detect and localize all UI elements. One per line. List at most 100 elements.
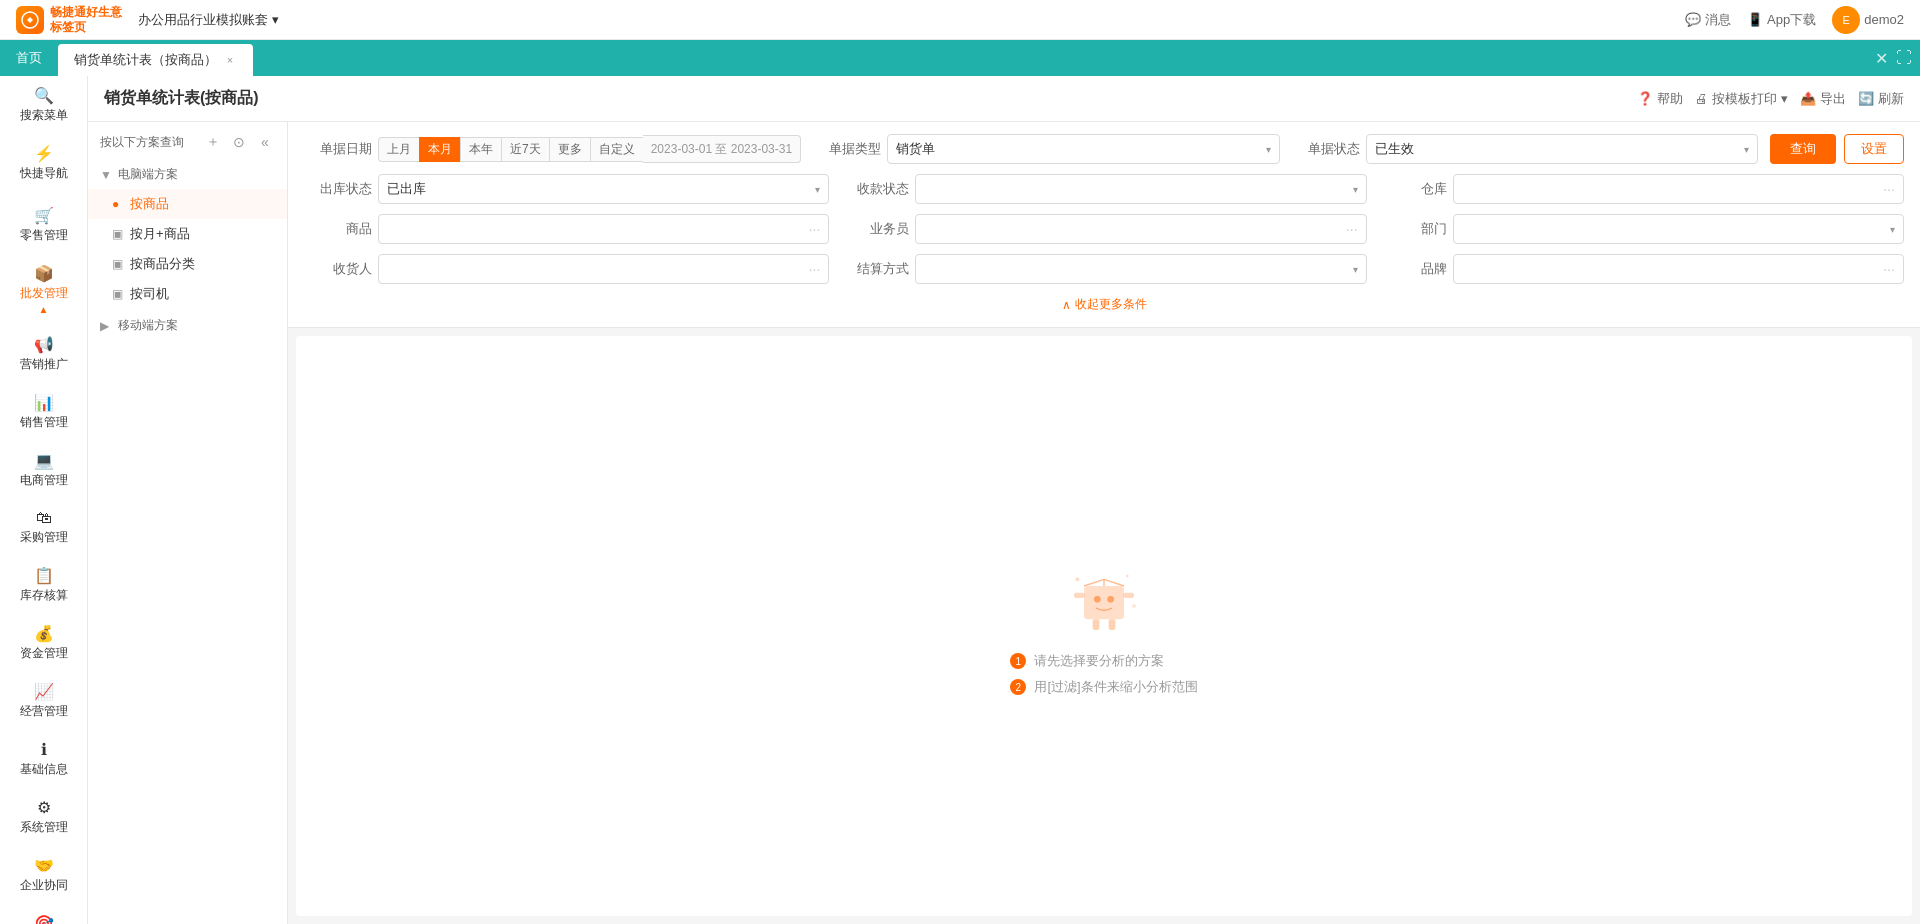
sidebar-item-enterprise[interactable]: 🤝 企业协同 — [0, 846, 87, 904]
date-tag-last-month[interactable]: 上月 — [378, 137, 419, 162]
page-header: 销货单统计表(按商品) ❓ 帮助 🖨 按模板打印 ▾ 📤 导出 🔄 刷新 — [88, 76, 1920, 122]
tab-close-button[interactable]: × — [223, 53, 237, 67]
search-icon: 🔍 — [34, 86, 54, 105]
goods-filter: 商品 ··· — [304, 214, 829, 244]
tab-bar: 首页 销货单统计表（按商品） × ✕ ⛶ — [0, 40, 1920, 76]
query-button[interactable]: 查询 — [1770, 134, 1836, 164]
sidebar-item-marketing[interactable]: 📢 营销推广 — [0, 325, 87, 383]
warehouse-filter: 仓库 ··· — [1379, 174, 1904, 204]
left-panel-actions: ＋ ⊙ « — [203, 132, 275, 152]
settings-scheme-button[interactable]: ⊙ — [229, 132, 249, 152]
sidebar-item-finance[interactable]: 💰 资金管理 — [0, 614, 87, 672]
warehouse-dots-icon: ··· — [1883, 181, 1895, 197]
svg-point-10 — [1132, 604, 1136, 608]
logo-area: 畅捷通好生意 标签页 — [16, 5, 122, 34]
sidebar-item-ecommerce[interactable]: 💻 电商管理 — [0, 441, 87, 499]
receiver-dots-icon: ··· — [809, 261, 821, 277]
salesman-select[interactable]: ··· — [915, 214, 1366, 244]
app-download-button[interactable]: 📱 App下载 — [1747, 11, 1816, 29]
tab-close-window-button[interactable]: ✕ — [1875, 49, 1888, 68]
svg-rect-1 — [1084, 586, 1124, 619]
date-tag-custom[interactable]: 自定义 — [590, 137, 643, 162]
tree-driver-icon: ▣ — [112, 287, 126, 301]
chevron-down-icon: ▾ — [272, 12, 279, 27]
receiver-select[interactable]: ··· — [378, 254, 829, 284]
svg-point-9 — [1126, 575, 1129, 578]
brand-dots-icon: ··· — [1883, 261, 1895, 277]
tab-home[interactable]: 首页 — [0, 40, 58, 76]
svg-rect-4 — [1093, 619, 1100, 630]
left-panel: 按以下方案查询 ＋ ⊙ « ▼ 电脑端方案 ● 按商品 ▣ — [88, 122, 288, 924]
export-button[interactable]: 📤 导出 — [1800, 90, 1846, 108]
tree-item-by-goods[interactable]: ● 按商品 — [88, 189, 287, 219]
collapse-panel-button[interactable]: « — [255, 132, 275, 152]
brand-select[interactable]: ··· — [1453, 254, 1904, 284]
sidebar-item-system[interactable]: ⚙ 系统管理 — [0, 788, 87, 846]
template-print-button[interactable]: 🖨 按模板打印 ▾ — [1695, 90, 1788, 108]
sidebar-item-quick-nav[interactable]: ⚡ 快捷导航 — [0, 134, 87, 192]
settings-button[interactable]: 设置 — [1844, 134, 1904, 164]
settlement-select[interactable]: ▾ — [915, 254, 1366, 284]
bill-status-filter: 单据状态 已生效 ▾ — [1292, 134, 1758, 164]
date-tags: 上月 本月 本年 近7天 更多 自定义 2023-03-01 至 2023-03… — [378, 135, 801, 163]
help-icon: ❓ — [1637, 91, 1653, 106]
wholesale-icon: 📦 — [34, 264, 54, 283]
quick-nav-icon: ⚡ — [34, 144, 54, 163]
sidebar-item-inventory[interactable]: 📋 库存核算 — [0, 556, 87, 614]
sidebar-item-wholesale[interactable]: 📦 批发管理 ▲ — [0, 254, 87, 325]
tree-item-by-goods-category[interactable]: ▣ 按商品分类 — [88, 249, 287, 279]
empty-tip-2: 2 用[过滤]条件来缩小分析范围 — [1010, 678, 1197, 696]
header-right: 💬 消息 📱 App下载 E demo2 — [1685, 6, 1904, 34]
sidebar-item-basics[interactable]: ℹ 基础信息 — [0, 730, 87, 788]
bill-type-arrow-icon: ▾ — [1266, 144, 1271, 155]
svg-rect-5 — [1109, 619, 1116, 630]
refresh-button[interactable]: 🔄 刷新 — [1858, 90, 1904, 108]
collapse-button[interactable]: ∧ 收起更多条件 — [304, 290, 1904, 315]
message-button[interactable]: 💬 消息 — [1685, 11, 1731, 29]
settlement-filter: 结算方式 ▾ — [841, 254, 1366, 284]
bill-type-select[interactable]: 销货单 ▾ — [887, 134, 1279, 164]
print-icon: 🖨 — [1695, 91, 1708, 106]
date-tag-more[interactable]: 更多 — [549, 137, 590, 162]
sidebar-item-purchase[interactable]: 🛍 采购管理 — [0, 499, 87, 556]
tree-item-by-driver[interactable]: ▣ 按司机 — [88, 279, 287, 309]
tab-active[interactable]: 销货单统计表（按商品） × — [58, 44, 253, 76]
tab-maximize-button[interactable]: ⛶ — [1896, 49, 1912, 67]
sidebar-item-search[interactable]: 🔍 搜索菜单 — [0, 76, 87, 134]
out-status-select[interactable]: 已出库 ▾ — [378, 174, 829, 204]
logo-text: 畅捷通好生意 标签页 — [50, 5, 122, 34]
sidebar-item-operations[interactable]: 📈 经营管理 — [0, 672, 87, 730]
help-button[interactable]: ❓ 帮助 — [1637, 90, 1683, 108]
collapse-up-icon: ∧ — [1062, 298, 1071, 312]
date-tag-this-month[interactable]: 本月 — [419, 137, 460, 162]
add-scheme-button[interactable]: ＋ — [203, 132, 223, 152]
tree-section-mobile: ▶ 移动端方案 — [88, 309, 287, 340]
filter-row-3: 商品 ··· 业务员 ··· — [304, 214, 1904, 244]
retail-icon: 🛒 — [34, 206, 54, 225]
marketing-icon: 📢 — [34, 335, 54, 354]
payment-status-select[interactable]: ▾ — [915, 174, 1366, 204]
date-range-text: 2023-03-01 至 2023-03-31 — [643, 135, 801, 163]
sidebar-item-sales[interactable]: 📊 销售管理 — [0, 383, 87, 441]
date-tag-7days[interactable]: 近7天 — [501, 137, 549, 162]
operations-icon: 📈 — [34, 682, 54, 701]
out-status-filter: 出库状态 已出库 ▾ — [304, 174, 829, 204]
empty-tips: 1 请先选择要分析的方案 2 用[过滤]条件来缩小分析范围 — [1010, 652, 1197, 696]
ecommerce-icon: 💻 — [34, 451, 54, 470]
industry-selector[interactable]: 办公用品行业模拟账套 ▾ — [130, 7, 287, 33]
warehouse-select[interactable]: ··· — [1453, 174, 1904, 204]
department-select[interactable]: ▾ — [1453, 214, 1904, 244]
tree-item-by-month-goods[interactable]: ▣ 按月+商品 — [88, 219, 287, 249]
page-title: 销货单统计表(按商品) — [104, 88, 259, 121]
tree-mobile-expand-icon: ▶ — [100, 319, 114, 333]
refresh-icon: 🔄 — [1858, 91, 1874, 106]
enterprise-icon: 🤝 — [34, 856, 54, 875]
bill-status-select[interactable]: 已生效 ▾ — [1366, 134, 1758, 164]
sidebar-item-retail[interactable]: 🛒 零售管理 — [0, 196, 87, 254]
date-filter-group: 单据日期 上月 本月 本年 近7天 更多 自定义 2023-03-01 至 20… — [304, 135, 801, 163]
print-chevron-icon: ▾ — [1781, 91, 1788, 106]
goods-select[interactable]: ··· — [378, 214, 829, 244]
user-avatar[interactable]: E demo2 — [1832, 6, 1904, 34]
sidebar-item-newbie[interactable]: 🎯 新手引导 — [0, 904, 87, 924]
date-tag-this-year[interactable]: 本年 — [460, 137, 501, 162]
